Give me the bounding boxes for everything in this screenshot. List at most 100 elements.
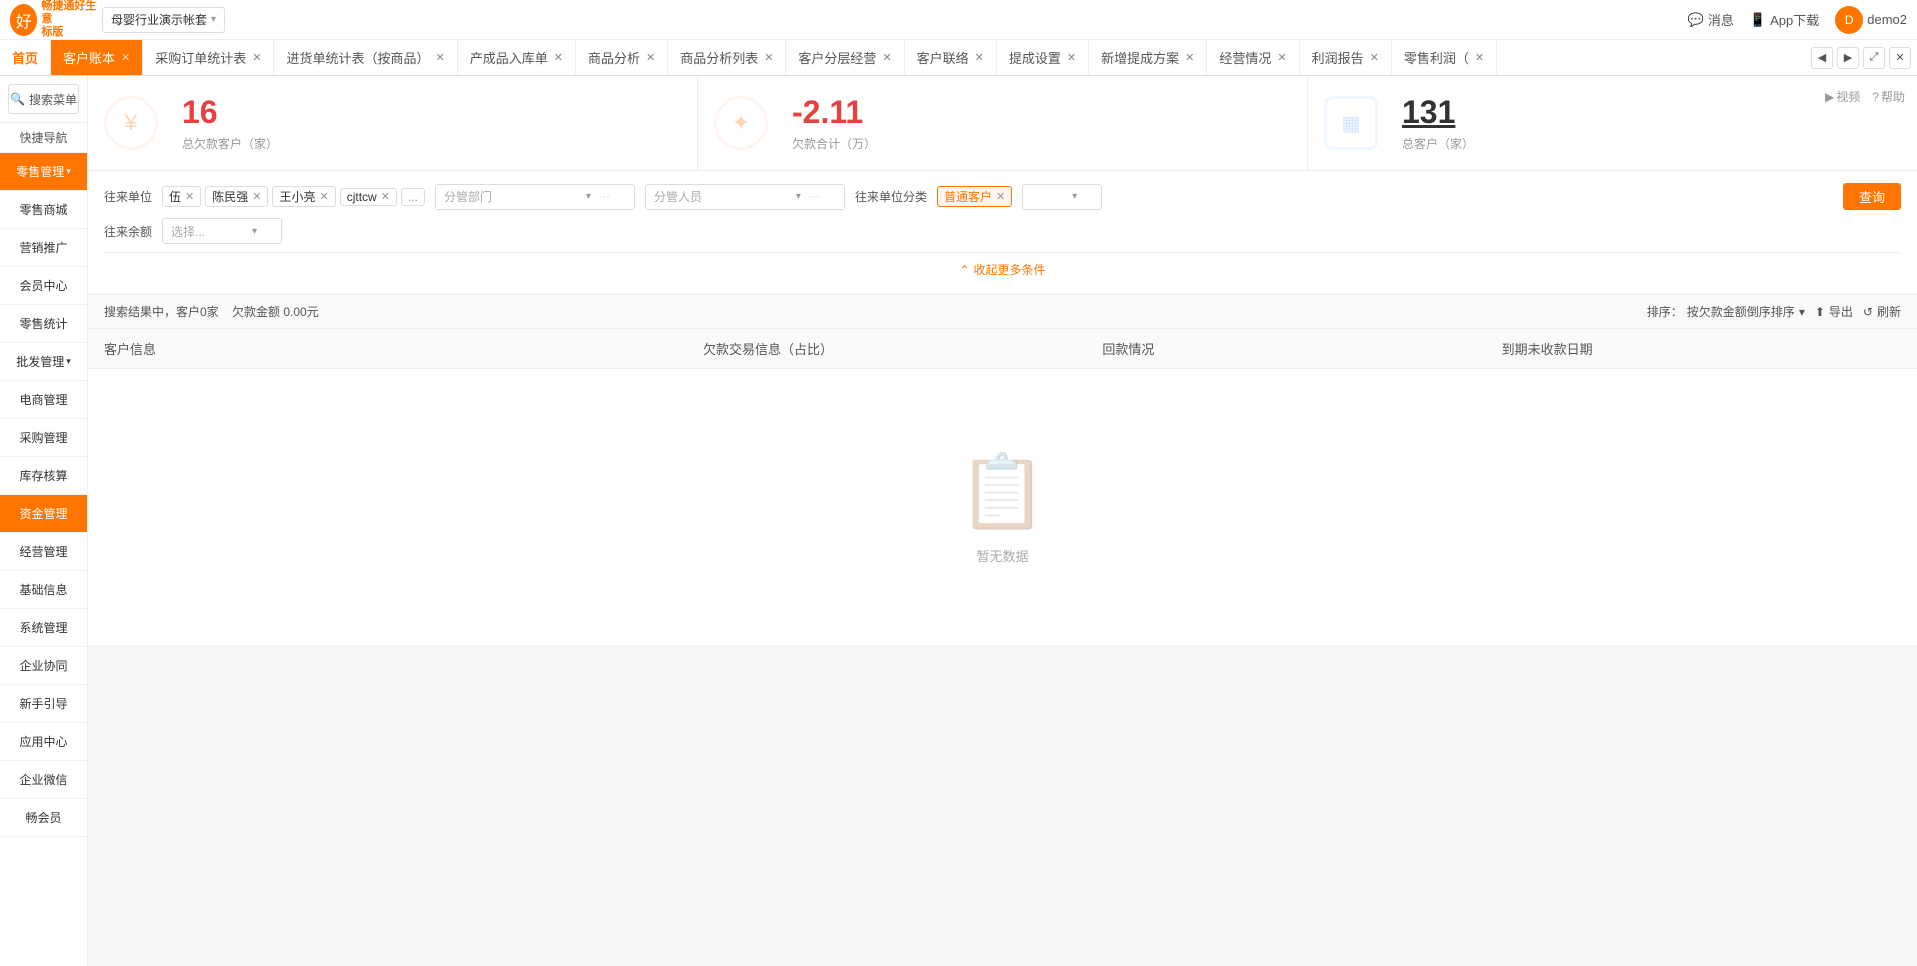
remove-tag-wu[interactable]: ✕ bbox=[185, 190, 194, 203]
tab-customer-contact[interactable]: 客户联络 ✕ bbox=[905, 40, 997, 76]
stat-value-credit-customers: 16 bbox=[182, 94, 278, 131]
user-menu[interactable]: D demo2 bbox=[1835, 6, 1907, 34]
refresh-button[interactable]: ↺ 刷新 bbox=[1863, 303, 1901, 320]
search-result-info: 搜索结果中，客户0家 欠款金额 0.00元 bbox=[104, 303, 319, 320]
balance-dropdown-arrow: ▾ bbox=[252, 226, 257, 237]
close-icon[interactable]: ✕ bbox=[252, 51, 261, 64]
logo-text: 畅捷通好生意 标版 bbox=[41, 0, 98, 39]
sidebar-item-retail-mgmt[interactable]: 零售管理 ▾ bbox=[0, 153, 87, 191]
more-tags-button[interactable]: ... bbox=[401, 188, 425, 206]
sidebar-item-new-guide[interactable]: 新手引导 bbox=[0, 685, 87, 723]
video-help-button[interactable]: ▶ 视频 bbox=[1825, 88, 1860, 105]
empty-icon: 📋 bbox=[958, 449, 1048, 534]
collapse-button[interactable]: ⌃ 收起更多条件 bbox=[943, 257, 1061, 282]
unit-category-tag-normal: 普通客户 ✕ bbox=[937, 186, 1012, 207]
sidebar-item-wholesale[interactable]: 批发管理 ▾ bbox=[0, 343, 87, 381]
export-icon: ⬆ bbox=[1815, 305, 1825, 319]
sidebar-item-ecommerce[interactable]: 电商管理 bbox=[0, 381, 87, 419]
tab-goods-analysis-list[interactable]: 商品分析列表 ✕ bbox=[668, 40, 786, 76]
tab-product-entry[interactable]: 产成品入库单 ✕ bbox=[458, 40, 576, 76]
close-icon[interactable]: ✕ bbox=[121, 51, 130, 64]
refresh-icon: ↺ bbox=[1863, 305, 1873, 319]
tab-scroll-right[interactable]: ▶ bbox=[1837, 47, 1859, 69]
tab-collapse[interactable]: ✕ bbox=[1889, 47, 1911, 69]
person-dropdown-arrow: ▾ bbox=[796, 191, 801, 202]
close-icon[interactable]: ✕ bbox=[1067, 51, 1076, 64]
query-button[interactable]: 查询 bbox=[1843, 183, 1901, 210]
tab-goods-analysis[interactable]: 商品分析 ✕ bbox=[576, 40, 668, 76]
dept-extra-icon: ··· bbox=[599, 191, 610, 203]
close-icon[interactable]: ✕ bbox=[975, 51, 984, 64]
tab-expand[interactable]: ⤢ bbox=[1863, 47, 1885, 69]
table-header: 客户信息 欠款交易信息（占比） 回款情况 到期未收款日期 bbox=[88, 329, 1917, 369]
export-button[interactable]: ⬆ 导出 bbox=[1815, 303, 1853, 320]
remove-tag-cjttcw[interactable]: ✕ bbox=[381, 190, 390, 203]
sidebar-item-retail-stats[interactable]: 零售统计 bbox=[0, 305, 87, 343]
tab-profit-report[interactable]: 利润报告 ✕ bbox=[1300, 40, 1392, 76]
stat-credit-customers: ¥ 16 总欠款客户（家） bbox=[88, 76, 698, 170]
tab-home[interactable]: 首页 bbox=[0, 40, 51, 76]
sidebar-item-app-center[interactable]: 应用中心 bbox=[0, 723, 87, 761]
category-dropdown[interactable]: ▾ bbox=[1022, 184, 1102, 210]
unit-tag-wang: 王小亮 ✕ bbox=[272, 186, 335, 207]
tab-promotion-settings[interactable]: 提成设置 ✕ bbox=[997, 40, 1089, 76]
sort-arrow-icon: ▾ bbox=[1799, 305, 1805, 319]
tab-scroll-left[interactable]: ◀ bbox=[1811, 47, 1833, 69]
col-due-date: 到期未收款日期 bbox=[1502, 339, 1901, 358]
close-icon[interactable]: ✕ bbox=[646, 51, 655, 64]
sidebar-item-enterprise-wechat[interactable]: 企业微信 bbox=[0, 761, 87, 799]
stat-bg-circle: ¥ bbox=[104, 96, 158, 150]
balance-label: 往来余额 bbox=[104, 223, 152, 240]
content-area: ¥ 16 总欠款客户（家） ✦ -2.11 欠款合计（万） ▦ bbox=[88, 76, 1917, 966]
message-button[interactable]: 💬 消息 bbox=[1688, 10, 1734, 29]
tab-purchase-order[interactable]: 采购订单统计表 ✕ bbox=[143, 40, 274, 76]
close-icon[interactable]: ✕ bbox=[1277, 51, 1286, 64]
close-icon[interactable]: ✕ bbox=[764, 51, 773, 64]
logo-icon: 好 bbox=[10, 4, 37, 36]
filter-bar: 往来单位 伍 ✕ 陈民强 ✕ 王小亮 ✕ cjttcw bbox=[88, 171, 1917, 295]
tab-accounts[interactable]: 客户账本 ✕ bbox=[51, 40, 143, 76]
sidebar-item-quick-nav[interactable]: 快捷导航 bbox=[0, 123, 87, 153]
close-icon[interactable]: ✕ bbox=[1185, 51, 1194, 64]
sidebar-item-member-center[interactable]: 会员中心 bbox=[0, 267, 87, 305]
help-button[interactable]: ? 帮助 bbox=[1872, 88, 1905, 105]
sidebar-item-marketing[interactable]: 营销推广 bbox=[0, 229, 87, 267]
remove-tag-wang[interactable]: ✕ bbox=[320, 190, 329, 203]
close-icon[interactable]: ✕ bbox=[1475, 51, 1484, 64]
sidebar-item-inventory[interactable]: 库存核算 bbox=[0, 457, 87, 495]
sidebar-item-system-mgmt[interactable]: 系统管理 bbox=[0, 609, 87, 647]
app-download-button[interactable]: 📱 App下载 bbox=[1750, 10, 1819, 29]
search-menu-button[interactable]: 🔍 搜索菜单 bbox=[8, 84, 79, 114]
tab-new-promotion[interactable]: 新增提成方案 ✕ bbox=[1089, 40, 1207, 76]
close-icon[interactable]: ✕ bbox=[436, 51, 445, 64]
tab-customer-tier[interactable]: 客户分层经营 ✕ bbox=[786, 40, 904, 76]
sidebar-item-pro-member[interactable]: 畅会员 bbox=[0, 799, 87, 837]
data-table: 客户信息 欠款交易信息（占比） 回款情况 到期未收款日期 📋 暂无数据 bbox=[88, 329, 1917, 645]
dept-dropdown-arrow: ▾ bbox=[586, 191, 591, 202]
chevron-icon: ▾ bbox=[66, 166, 71, 177]
sidebar-item-retail-shop[interactable]: 零售商城 bbox=[0, 191, 87, 229]
search-icon: 🔍 bbox=[10, 92, 25, 106]
tab-retail-profit[interactable]: 零售利润（ ✕ bbox=[1392, 40, 1497, 76]
person-selector[interactable]: 分管人员 ▾ ··· bbox=[645, 184, 845, 210]
unit-tag-wu: 伍 ✕ bbox=[162, 186, 201, 207]
sidebar-item-basic-info[interactable]: 基础信息 bbox=[0, 571, 87, 609]
close-icon[interactable]: ✕ bbox=[882, 51, 891, 64]
tab-business-status[interactable]: 经营情况 ✕ bbox=[1207, 40, 1299, 76]
tab-stock-stat[interactable]: 进货单统计表（按商品） ✕ bbox=[274, 40, 457, 76]
balance-selector[interactable]: 选择... ▾ bbox=[162, 218, 282, 244]
workspace-selector[interactable]: 母婴行业演示帐套 ▾ bbox=[102, 7, 225, 33]
sidebar-item-operations[interactable]: 经营管理 bbox=[0, 533, 87, 571]
col-customer-info: 客户信息 bbox=[104, 339, 703, 358]
sidebar-item-enterprise-collab[interactable]: 企业协同 bbox=[0, 647, 87, 685]
sort-selector[interactable]: 排序： 按欠款金额倒序排序 ▾ bbox=[1647, 303, 1805, 320]
sidebar-item-finance[interactable]: 资金管理 bbox=[0, 495, 87, 533]
close-icon[interactable]: ✕ bbox=[554, 51, 563, 64]
person-extra-icon: ··· bbox=[809, 191, 820, 203]
close-icon[interactable]: ✕ bbox=[1370, 51, 1379, 64]
remove-category-tag[interactable]: ✕ bbox=[996, 190, 1005, 203]
remove-tag-chen[interactable]: ✕ bbox=[252, 190, 261, 203]
category-dropdown-arrow: ▾ bbox=[1072, 191, 1077, 202]
sidebar-item-purchase[interactable]: 采购管理 bbox=[0, 419, 87, 457]
dept-selector[interactable]: 分管部门 ▾ ··· bbox=[435, 184, 635, 210]
